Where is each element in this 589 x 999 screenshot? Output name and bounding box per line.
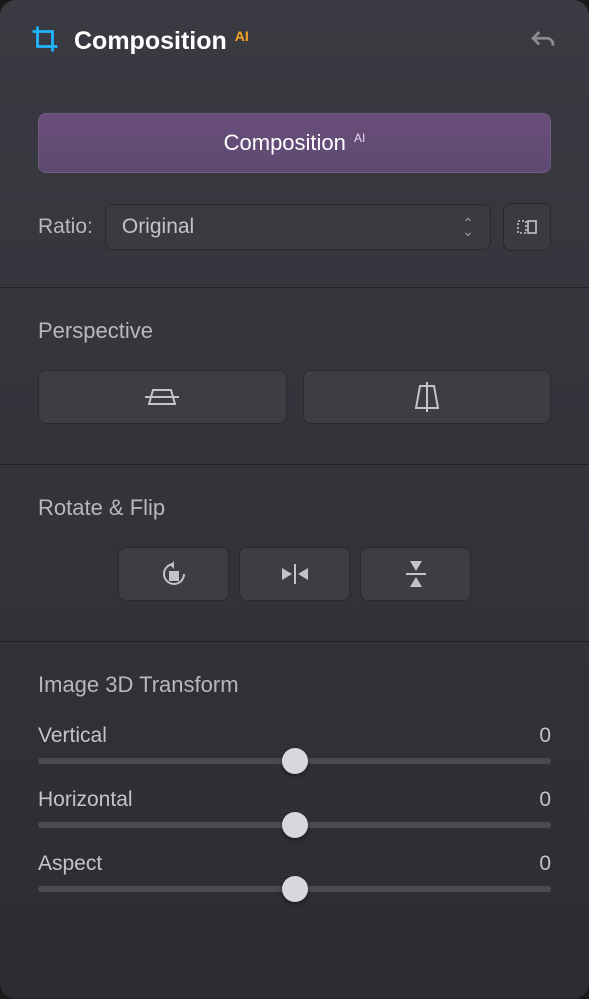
- vertical-slider[interactable]: [38, 758, 551, 764]
- rotate-button[interactable]: [118, 547, 229, 601]
- aspect-slider-block: Aspect 0: [38, 852, 551, 892]
- ratio-row: Ratio: Original ⌃⌄: [38, 203, 551, 251]
- slider-thumb[interactable]: [282, 876, 308, 902]
- orientation-button[interactable]: [503, 203, 551, 251]
- flip-vertical-button[interactable]: [360, 547, 471, 601]
- rotate-icon: [161, 561, 187, 587]
- chevron-updown-icon: ⌃⌄: [462, 219, 474, 235]
- horizontal-slider-block: Horizontal 0: [38, 788, 551, 828]
- vertical-slider-label: Vertical: [38, 724, 107, 748]
- aspect-slider-label: Aspect: [38, 852, 102, 876]
- panel-title: Composition: [74, 27, 227, 56]
- rotate-flip-section: Rotate & Flip: [0, 465, 589, 641]
- aspect-slider[interactable]: [38, 886, 551, 892]
- vertical-slider-block: Vertical 0: [38, 724, 551, 764]
- rotate-flip-buttons: [38, 547, 551, 601]
- flip-horizontal-button[interactable]: [239, 547, 350, 601]
- composition-panel: Composition AI Composition AI Ratio: Ori…: [0, 0, 589, 999]
- ai-badge: AI: [235, 28, 249, 44]
- ratio-label: Ratio:: [38, 215, 93, 239]
- ratio-select[interactable]: Original ⌃⌄: [105, 204, 491, 250]
- header-title-group: Composition AI: [30, 24, 249, 59]
- horizontal-slider-label: Horizontal: [38, 788, 133, 812]
- panel-header: Composition AI: [0, 0, 589, 81]
- perspective-horizontal-icon: [145, 384, 179, 410]
- composition-ai-button[interactable]: Composition AI: [38, 113, 551, 173]
- transform3d-title: Image 3D Transform: [38, 672, 551, 698]
- perspective-buttons: [38, 370, 551, 424]
- perspective-horizontal-button[interactable]: [38, 370, 287, 424]
- composition-button-label: Composition: [224, 130, 346, 155]
- composition-button-sup: AI: [354, 131, 365, 145]
- composition-section: Composition AI Ratio: Original ⌃⌄: [0, 81, 589, 287]
- horizontal-slider-value: 0: [539, 788, 551, 812]
- ratio-value: Original: [122, 215, 194, 239]
- rotate-flip-title: Rotate & Flip: [38, 495, 551, 521]
- perspective-title: Perspective: [38, 318, 551, 344]
- aspect-slider-value: 0: [539, 852, 551, 876]
- slider-thumb[interactable]: [282, 812, 308, 838]
- orientation-icon: [515, 215, 539, 239]
- undo-icon: [528, 27, 558, 57]
- perspective-vertical-button[interactable]: [303, 370, 552, 424]
- vertical-slider-value: 0: [539, 724, 551, 748]
- flip-horizontal-icon: [280, 562, 310, 586]
- horizontal-slider[interactable]: [38, 822, 551, 828]
- undo-button[interactable]: [527, 26, 559, 58]
- crop-icon: [30, 24, 60, 59]
- perspective-vertical-icon: [412, 382, 442, 412]
- flip-vertical-icon: [404, 559, 428, 589]
- slider-thumb[interactable]: [282, 748, 308, 774]
- perspective-section: Perspective: [0, 288, 589, 464]
- transform3d-section: Image 3D Transform Vertical 0 Horizontal…: [0, 642, 589, 916]
